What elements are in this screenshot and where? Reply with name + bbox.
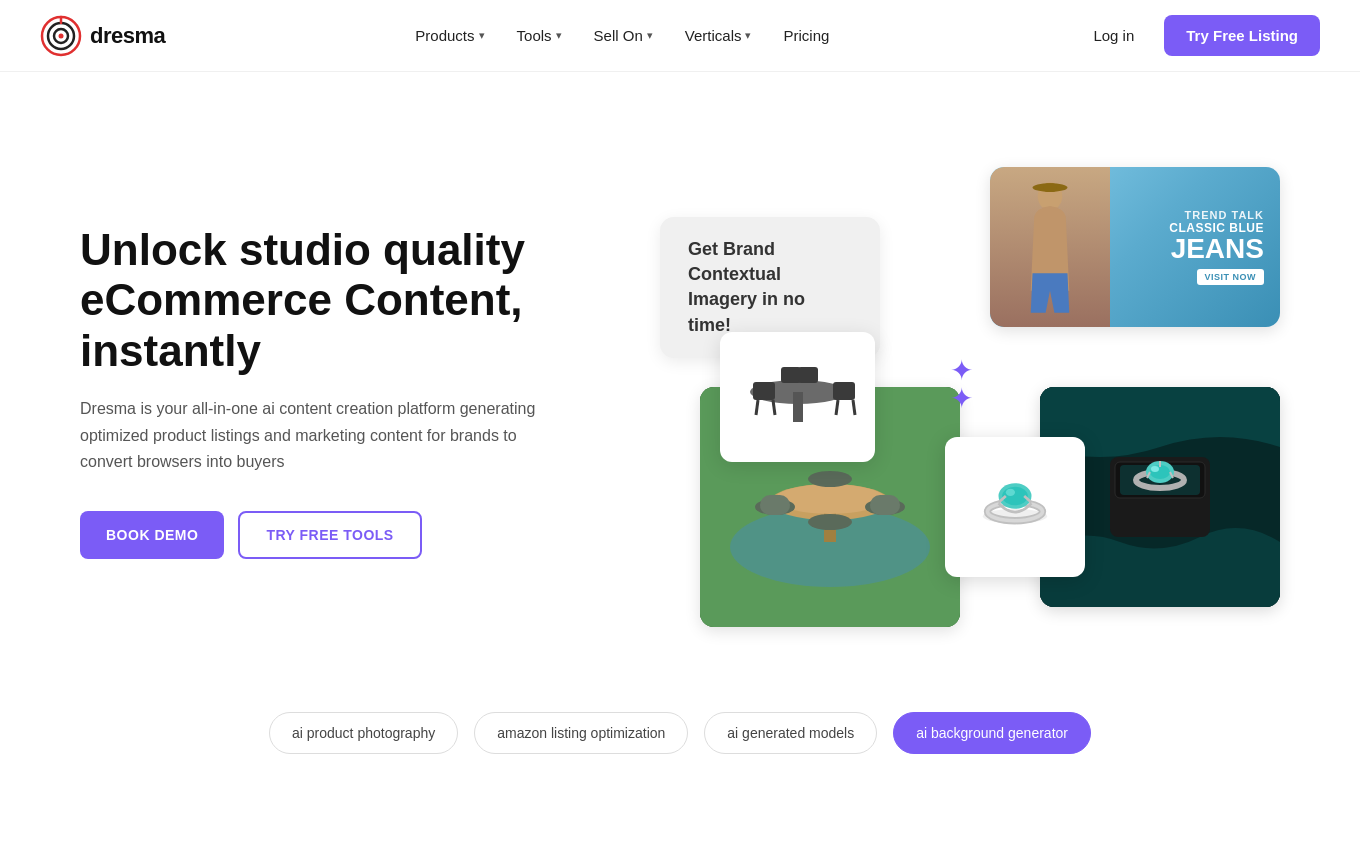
tag-ai-background-generator[interactable]: ai background generator xyxy=(893,712,1091,754)
tag-amazon-listing-optimization[interactable]: amazon listing optimization xyxy=(474,712,688,754)
svg-line-16 xyxy=(836,400,838,415)
svg-point-42 xyxy=(1151,466,1159,472)
tag-ai-generated-models[interactable]: ai generated models xyxy=(704,712,877,754)
svg-rect-11 xyxy=(833,382,855,400)
model-svg xyxy=(1010,177,1090,317)
svg-line-15 xyxy=(773,400,775,415)
nav-item-tools[interactable]: Tools ▾ xyxy=(503,19,576,52)
hero-description: Dresma is your all-in-one ai content cre… xyxy=(80,396,540,475)
nav-item-products[interactable]: Products ▾ xyxy=(401,19,498,52)
furniture-small-svg xyxy=(733,347,863,447)
model-image xyxy=(990,167,1110,327)
chevron-down-icon: ▾ xyxy=(479,29,485,42)
trend-text: TREND TALK CLASSIC BLUE JEANS VISIT NOW xyxy=(1169,209,1264,285)
svg-rect-27 xyxy=(760,495,790,515)
ring-white-card xyxy=(945,437,1085,577)
sparkle-decoration: ✦✦ xyxy=(950,357,973,413)
logo-icon xyxy=(40,15,82,57)
svg-point-26 xyxy=(808,514,852,530)
svg-rect-28 xyxy=(870,495,900,515)
ring-white-svg xyxy=(960,452,1070,562)
trend-talk-card: TREND TALK CLASSIC BLUE JEANS VISIT NOW xyxy=(990,167,1280,327)
svg-point-34 xyxy=(1006,489,1015,496)
svg-line-14 xyxy=(756,400,758,415)
try-free-tools-button[interactable]: TRY FREE TOOLS xyxy=(238,511,421,559)
logo[interactable]: dresma xyxy=(40,15,165,57)
logo-text: dresma xyxy=(90,23,165,49)
svg-rect-7 xyxy=(1044,183,1056,192)
hero-left: Unlock studio quality eCommerce Content,… xyxy=(80,225,540,560)
hero-section: Unlock studio quality eCommerce Content,… xyxy=(0,72,1360,692)
chevron-down-icon: ▾ xyxy=(647,29,653,42)
chevron-down-icon: ▾ xyxy=(745,29,751,42)
svg-line-17 xyxy=(853,400,855,415)
hero-image-collage: Get Brand Contextual Imagery in no time! xyxy=(660,157,1280,627)
svg-point-25 xyxy=(808,471,852,487)
svg-rect-13 xyxy=(798,367,818,383)
hero-buttons: BOOK DEMO TRY FREE TOOLS xyxy=(80,511,540,559)
svg-point-3 xyxy=(59,33,64,38)
try-free-listing-button[interactable]: Try Free Listing xyxy=(1164,15,1320,56)
svg-rect-10 xyxy=(753,382,775,400)
nav-links: Products ▾ Tools ▾ Sell On ▾ Verticals ▾… xyxy=(401,19,843,52)
chevron-down-icon: ▾ xyxy=(556,29,562,42)
nav-item-verticals[interactable]: Verticals ▾ xyxy=(671,19,766,52)
navigation: dresma Products ▾ Tools ▾ Sell On ▾ Vert… xyxy=(0,0,1360,72)
svg-point-33 xyxy=(1002,487,1028,505)
tags-section: ai product photography amazon listing op… xyxy=(0,692,1360,814)
furniture-small-card xyxy=(720,332,875,462)
nav-right: Log in Try Free Listing xyxy=(1079,15,1320,56)
tag-ai-product-photography[interactable]: ai product photography xyxy=(269,712,458,754)
nav-item-sellon[interactable]: Sell On ▾ xyxy=(580,19,667,52)
hero-title: Unlock studio quality eCommerce Content,… xyxy=(80,225,540,377)
login-button[interactable]: Log in xyxy=(1079,19,1148,52)
book-demo-button[interactable]: BOOK DEMO xyxy=(80,511,224,559)
nav-item-pricing[interactable]: Pricing xyxy=(769,19,843,52)
svg-rect-9 xyxy=(793,392,803,422)
